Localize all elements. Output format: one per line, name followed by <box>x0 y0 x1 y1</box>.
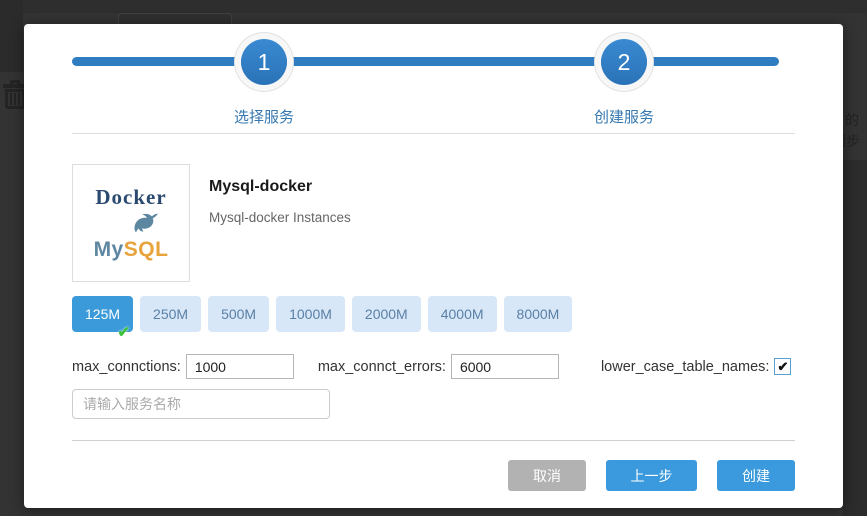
background-top-band <box>0 0 867 13</box>
max-connect-errors-input[interactable] <box>450 354 559 379</box>
memory-options-row: 125M ✔ 250M 500M 1000M 2000M 4000M 8000M <box>24 282 843 341</box>
service-title: Mysql-docker <box>209 178 313 195</box>
step-2-number: 2 <box>617 48 631 75</box>
memory-option-8000M[interactable]: 8000M <box>503 296 573 332</box>
memory-option-250M[interactable]: 250M <box>140 296 202 332</box>
step-wizard: 1 2 选择服务 创建服务 <box>24 24 843 133</box>
max-connections-input[interactable] <box>185 354 294 379</box>
step-1-label: 选择服务 <box>233 109 294 126</box>
selected-check-icon: ✔ <box>117 324 131 341</box>
service-text: Mysql-docker Mysql-docker Instances <box>209 164 351 282</box>
background-right-panel-edge <box>843 160 867 516</box>
dialog-footer: 取消 上一步 创建 <box>24 441 843 491</box>
memory-option-125M[interactable]: 125M ✔ <box>72 296 134 341</box>
docker-wordmark: Docker <box>95 184 167 209</box>
previous-step-button[interactable]: 上一步 <box>606 460 697 491</box>
max-connect-errors-label: max_connct_errors: <box>317 358 446 375</box>
mysql-wordmark: MySQL <box>94 238 169 262</box>
service-name-input[interactable] <box>72 389 330 419</box>
service-name-row <box>24 379 843 419</box>
step-1-circle[interactable]: 1 <box>241 39 287 85</box>
memory-option-2000M[interactable]: 2000M <box>351 296 421 332</box>
memory-option-1000M[interactable]: 1000M <box>276 296 345 332</box>
step-2-label: 创建服务 <box>593 109 654 126</box>
max-connections-label: max_connctions: <box>72 358 181 375</box>
memory-option-4000M[interactable]: 4000M <box>427 296 497 332</box>
memory-option-500M[interactable]: 500M <box>208 296 270 332</box>
background-dim-text-1: 的 <box>845 112 859 128</box>
mysql-wordmark-sql: SQL <box>123 237 169 261</box>
mysql-wordmark-my: My <box>93 237 124 261</box>
step-2-circle[interactable]: 2 <box>601 39 647 85</box>
background-left-block <box>0 0 23 72</box>
progress-bar <box>72 57 779 66</box>
config-row: max_connctions: max_connct_errors: lower… <box>24 332 843 379</box>
step-1-number: 1 <box>257 48 271 75</box>
lower-case-table-names-label: lower_case_table_names: <box>600 358 770 375</box>
checkmark-icon: ✔ <box>777 358 789 374</box>
lower-case-table-names-checkbox[interactable]: ✔ <box>774 358 792 375</box>
service-subtitle: Mysql-docker Instances <box>209 210 351 225</box>
create-service-dialog: 1 2 选择服务 创建服务 Docker MySQL Mysql-docker … <box>24 24 843 508</box>
service-info: Docker MySQL Mysql-docker Mysql-docker I… <box>24 134 843 282</box>
create-button[interactable]: 创建 <box>717 460 795 491</box>
cancel-button[interactable]: 取消 <box>508 460 586 491</box>
mysql-docker-logo: Docker MySQL <box>72 164 190 282</box>
